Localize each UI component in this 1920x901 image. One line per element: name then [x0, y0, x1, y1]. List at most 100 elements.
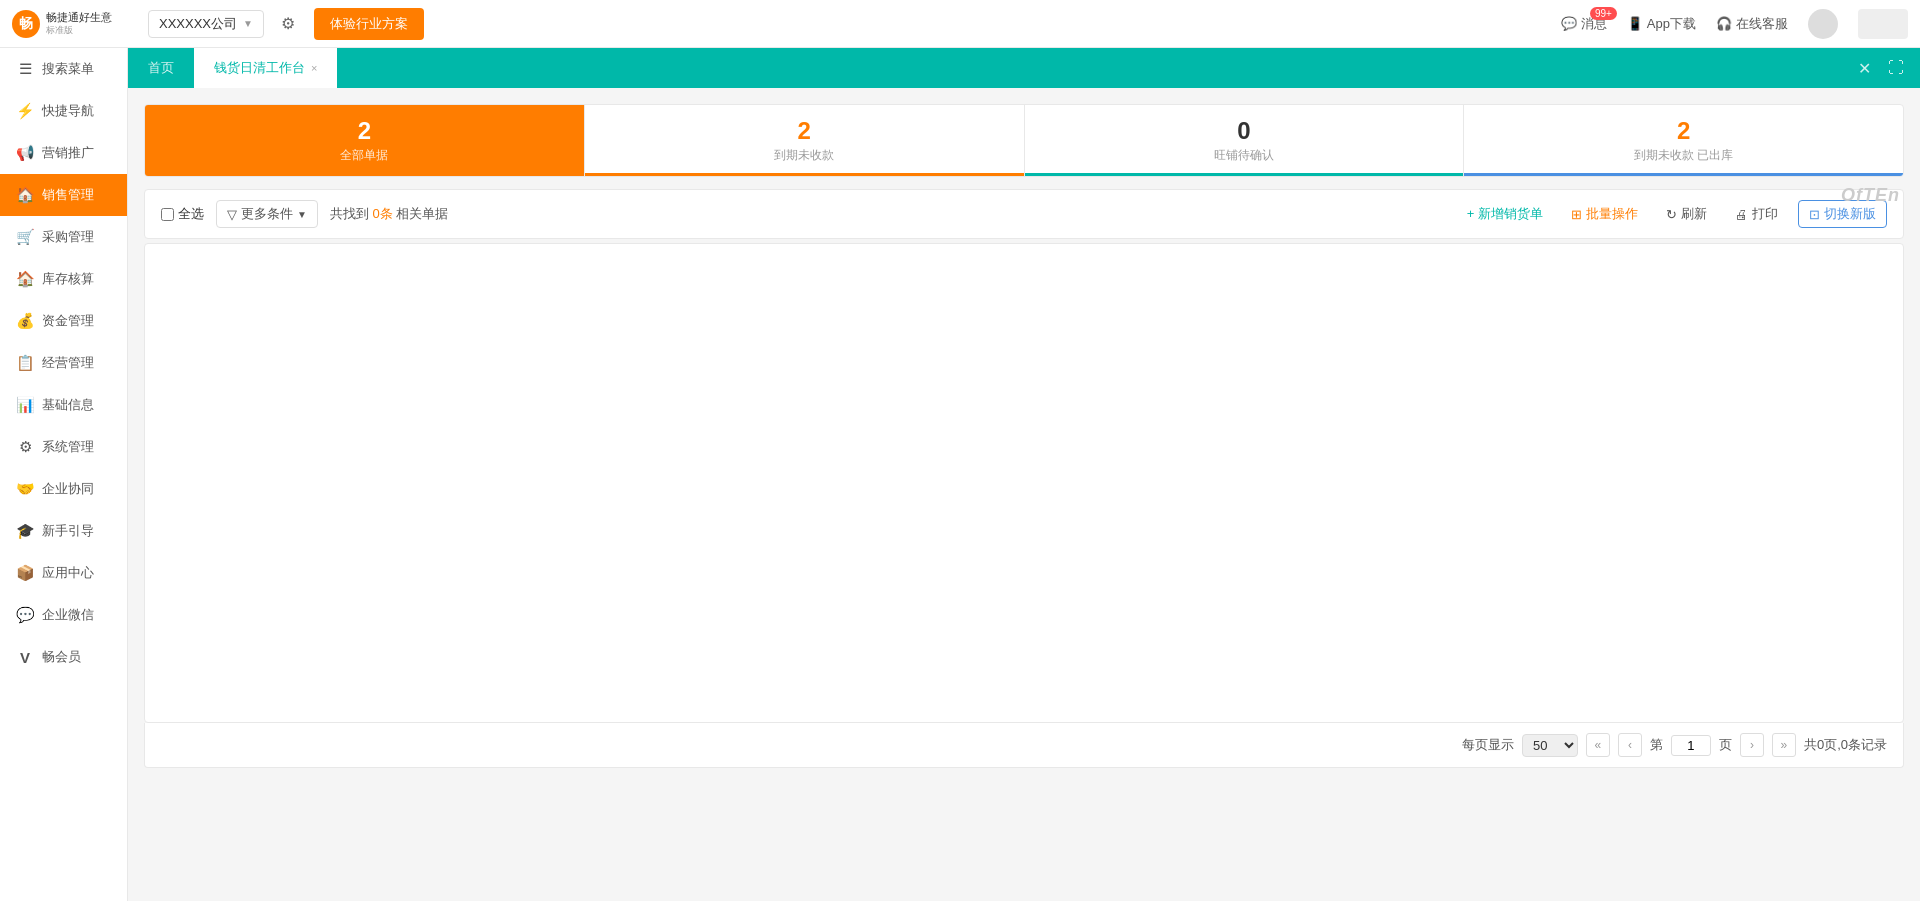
batch-ops-button[interactable]: ⊞ 批量操作 [1563, 201, 1646, 227]
table-area [144, 243, 1904, 723]
summary-card-overdue-unpaid[interactable]: 2 到期未收款 [585, 105, 1025, 176]
refresh-button[interactable]: ↻ 刷新 [1658, 201, 1715, 227]
card-shipped-number: 2 [1484, 117, 1883, 145]
sidebar-label-quick-nav: 快捷导航 [42, 102, 94, 120]
system-icon: ⚙ [16, 438, 34, 456]
online-service-button[interactable]: 🎧 在线客服 [1716, 15, 1788, 33]
print-label: 打印 [1752, 205, 1778, 223]
finance-icon: 💰 [16, 312, 34, 330]
settings-gear-icon[interactable]: ⚙ [272, 8, 304, 40]
sidebar-label-search: 搜索菜单 [42, 60, 94, 78]
guide-icon: 🎓 [16, 522, 34, 540]
sidebar-item-member[interactable]: V 畅会员 [0, 636, 127, 678]
enterprise-wx-icon: 💬 [16, 606, 34, 624]
user-name-area[interactable] [1858, 9, 1908, 39]
operations-icon: 📋 [16, 354, 34, 372]
sidebar-item-search-menu[interactable]: ☰ 搜索菜单 [0, 48, 127, 90]
last-page-button[interactable]: » [1772, 733, 1796, 757]
print-button[interactable]: 🖨 打印 [1727, 201, 1786, 227]
tab-active[interactable]: 钱货日清工作台 × [194, 48, 337, 88]
summary-card-wangpu[interactable]: 0 旺铺待确认 [1025, 105, 1465, 176]
sidebar-item-inventory[interactable]: 🏠 库存核算 [0, 258, 127, 300]
company-selector[interactable]: XXXXXX公司 ▼ [148, 10, 264, 38]
headset-icon: 🎧 [1716, 16, 1732, 31]
marketing-icon: 📢 [16, 144, 34, 162]
summary-card-all[interactable]: 2 全部单据 [145, 105, 585, 176]
refresh-label: 刷新 [1681, 205, 1707, 223]
switch-new-version-button[interactable]: ⊡ 切换新版 [1798, 200, 1887, 228]
filter-icon: ▽ [227, 207, 237, 222]
summary-card-overdue-shipped[interactable]: 2 到期未收款 已出库 [1464, 105, 1903, 176]
toolbar-left: 全选 ▽ 更多条件 ▼ 共找到 0条 相关单据 [161, 200, 1447, 228]
sidebar-item-enterprise-wx[interactable]: 💬 企业微信 [0, 594, 127, 636]
sidebar-label-basic-info: 基础信息 [42, 396, 94, 414]
sidebar-item-finance[interactable]: 💰 资金管理 [0, 300, 127, 342]
sidebar-label-enterprise-wx: 企业微信 [42, 606, 94, 624]
page-suffix: 页 [1719, 736, 1732, 754]
sidebar-item-sales[interactable]: 🏠 销售管理 [0, 174, 127, 216]
chevron-down-icon: ▼ [243, 18, 253, 29]
switch-icon: ⊡ [1809, 207, 1820, 222]
card-overdue-number: 2 [605, 117, 1004, 145]
sidebar-item-marketing[interactable]: 📢 营销推广 [0, 132, 127, 174]
sidebar-item-purchase[interactable]: 🛒 采购管理 [0, 216, 127, 258]
add-sales-order-button[interactable]: + 新增销货单 [1459, 201, 1551, 227]
sidebar-item-app-center[interactable]: 📦 应用中心 [0, 552, 127, 594]
select-all-input[interactable] [161, 208, 174, 221]
sidebar-label-app-center: 应用中心 [42, 564, 94, 582]
sidebar-label-system: 系统管理 [42, 438, 94, 456]
logo-name: 畅捷通好生意 [46, 10, 112, 24]
per-page-label: 每页显示 [1462, 736, 1514, 754]
chevron-down-filter-icon: ▼ [297, 209, 307, 220]
sidebar-label-operations: 经营管理 [42, 354, 94, 372]
sidebar-label-marketing: 营销推广 [42, 144, 94, 162]
found-text: 共找到 0条 相关单据 [330, 205, 448, 223]
first-page-button[interactable]: « [1586, 733, 1610, 757]
tab-home[interactable]: 首页 [128, 48, 194, 88]
sidebar-label-member: 畅会员 [42, 648, 81, 666]
avatar[interactable] [1808, 9, 1838, 39]
prev-page-button[interactable]: ‹ [1618, 733, 1642, 757]
select-all-checkbox[interactable]: 全选 [161, 205, 204, 223]
select-all-label: 全选 [178, 205, 204, 223]
header-right: 💬 消息 99+ 📱 App下载 🎧 在线客服 [1561, 9, 1908, 39]
sidebar-item-basic-info[interactable]: 📊 基础信息 [0, 384, 127, 426]
next-page-button[interactable]: › [1740, 733, 1764, 757]
logo-tag: 标准版 [46, 24, 112, 37]
tab-close-button[interactable]: ✕ [1852, 56, 1876, 80]
sidebar-item-operations[interactable]: 📋 经营管理 [0, 342, 127, 384]
more-filters-label: 更多条件 [241, 205, 293, 223]
page-number-input[interactable] [1671, 735, 1711, 756]
card-wangpu-indicator [1025, 173, 1464, 176]
summary-cards: 2 全部单据 2 到期未收款 0 旺铺待确认 2 到期未收款 已出库 [144, 104, 1904, 177]
message-button[interactable]: 💬 消息 99+ [1561, 15, 1607, 33]
content-area: 2 全部单据 2 到期未收款 0 旺铺待确认 2 到期未收款 已出库 [128, 88, 1920, 901]
experience-button[interactable]: 体验行业方案 [314, 8, 424, 40]
sidebar-label-sales: 销售管理 [42, 186, 94, 204]
sidebar-item-enterprise[interactable]: 🤝 企业协同 [0, 468, 127, 510]
sidebar-item-system[interactable]: ⚙ 系统管理 [0, 426, 127, 468]
card-wangpu-label: 旺铺待确认 [1045, 147, 1444, 164]
search-menu-icon: ☰ [16, 60, 34, 78]
app-center-icon: 📦 [16, 564, 34, 582]
basic-info-icon: 📊 [16, 396, 34, 414]
print-icon: 🖨 [1735, 207, 1748, 222]
app-download-button[interactable]: 📱 App下载 [1627, 15, 1696, 33]
pagination-bar: 每页显示 50 100 200 « ‹ 第 页 › » 共0页,0条记录 [144, 723, 1904, 768]
batch-ops-icon: ⊞ [1571, 207, 1582, 222]
per-page-select[interactable]: 50 100 200 [1522, 734, 1578, 757]
logo-text-area: 畅捷通好生意 标准版 [46, 10, 112, 37]
tab-close-icon[interactable]: × [311, 62, 317, 74]
sidebar-item-guide[interactable]: 🎓 新手引导 [0, 510, 127, 552]
found-count: 0条 [373, 206, 393, 221]
tab-expand-button[interactable]: ⛶ [1884, 56, 1908, 80]
sidebar-item-quick-nav[interactable]: ⚡ 快捷导航 [0, 90, 127, 132]
page-prefix: 第 [1650, 736, 1663, 754]
switch-label: 切换新版 [1824, 205, 1876, 223]
logo-icon: 畅 [12, 10, 40, 38]
quick-nav-icon: ⚡ [16, 102, 34, 120]
toolbar-right: + 新增销货单 ⊞ 批量操作 ↻ 刷新 🖨 打印 ⊡ 切换新版 [1459, 200, 1887, 228]
logo-area: 畅 畅捷通好生意 标准版 [12, 10, 140, 38]
card-wangpu-number: 0 [1045, 117, 1444, 145]
more-filters-button[interactable]: ▽ 更多条件 ▼ [216, 200, 318, 228]
